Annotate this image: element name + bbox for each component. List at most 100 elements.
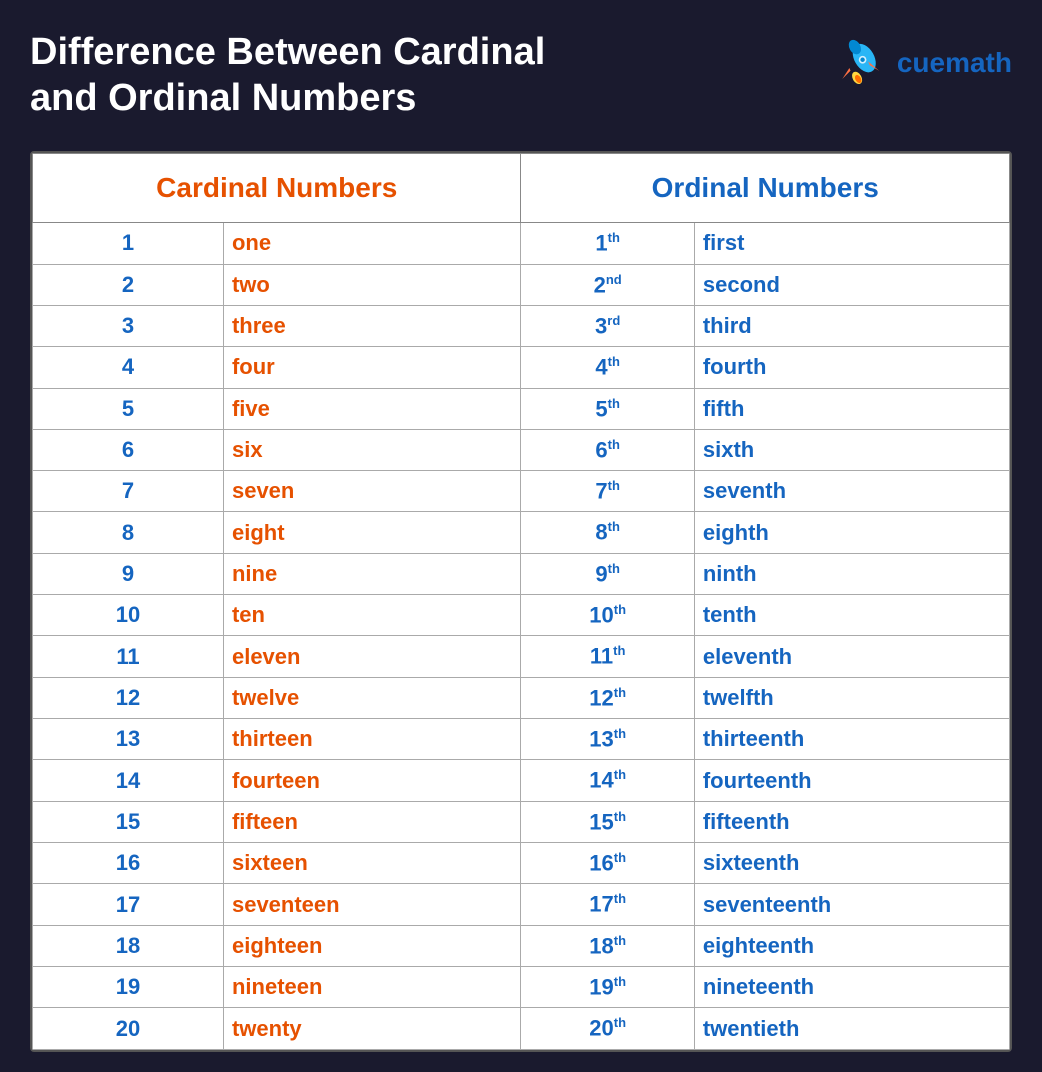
cardinal-word: nine bbox=[223, 553, 521, 594]
table-row: 16 sixteen 16th sixteenth bbox=[33, 843, 1010, 884]
page-title: Difference Between Cardinal and Ordinal … bbox=[30, 30, 545, 121]
ordinal-number: 4th bbox=[521, 347, 694, 388]
comparison-table-wrapper: Cardinal Numbers Ordinal Numbers 1 one 1… bbox=[30, 151, 1012, 1052]
ordinal-word: first bbox=[694, 223, 1009, 264]
cardinal-word: nineteen bbox=[223, 967, 521, 1008]
cardinal-number: 14 bbox=[33, 760, 224, 801]
ordinal-word: ninth bbox=[694, 553, 1009, 594]
table-row: 13 thirteen 13th thirteenth bbox=[33, 719, 1010, 760]
cardinal-word: ten bbox=[223, 595, 521, 636]
ordinal-number: 12th bbox=[521, 677, 694, 718]
ordinal-number: 2nd bbox=[521, 264, 694, 305]
cardinal-word: eighteen bbox=[223, 925, 521, 966]
ordinal-number: 18th bbox=[521, 925, 694, 966]
cardinal-word: five bbox=[223, 388, 521, 429]
cardinal-number: 5 bbox=[33, 388, 224, 429]
cardinal-word: eight bbox=[223, 512, 521, 553]
table-row: 9 nine 9th ninth bbox=[33, 553, 1010, 594]
ordinal-word: tenth bbox=[694, 595, 1009, 636]
ordinal-number: 8th bbox=[521, 512, 694, 553]
table-row: 10 ten 10th tenth bbox=[33, 595, 1010, 636]
ordinal-number: 16th bbox=[521, 843, 694, 884]
cardinal-number: 9 bbox=[33, 553, 224, 594]
cardinal-number: 16 bbox=[33, 843, 224, 884]
ordinal-word: thirteenth bbox=[694, 719, 1009, 760]
cardinal-word: eleven bbox=[223, 636, 521, 677]
ordinal-number: 9th bbox=[521, 553, 694, 594]
table-row: 6 six 6th sixth bbox=[33, 429, 1010, 470]
cardinal-number: 1 bbox=[33, 223, 224, 264]
ordinal-number: 13th bbox=[521, 719, 694, 760]
ordinal-number: 10th bbox=[521, 595, 694, 636]
ordinal-number: 14th bbox=[521, 760, 694, 801]
cardinal-number: 3 bbox=[33, 305, 224, 346]
ordinal-word: fifteenth bbox=[694, 801, 1009, 842]
ordinal-number: 3rd bbox=[521, 305, 694, 346]
ordinal-header: Ordinal Numbers bbox=[521, 154, 1010, 223]
cardinal-word: twenty bbox=[223, 1008, 521, 1049]
ordinal-word: fifth bbox=[694, 388, 1009, 429]
ordinal-word: nineteenth bbox=[694, 967, 1009, 1008]
cardinal-word: three bbox=[223, 305, 521, 346]
table-row: 19 nineteen 19th nineteenth bbox=[33, 967, 1010, 1008]
ordinal-word: eighth bbox=[694, 512, 1009, 553]
ordinal-word: eighteenth bbox=[694, 925, 1009, 966]
cardinal-word: four bbox=[223, 347, 521, 388]
logo-text: cuemath bbox=[897, 47, 1012, 79]
table-row: 18 eighteen 18th eighteenth bbox=[33, 925, 1010, 966]
ordinal-number: 11th bbox=[521, 636, 694, 677]
ordinal-word: twentieth bbox=[694, 1008, 1009, 1049]
ordinal-word: seventh bbox=[694, 471, 1009, 512]
cardinal-number: 19 bbox=[33, 967, 224, 1008]
cardinal-number: 11 bbox=[33, 636, 224, 677]
ordinal-word: third bbox=[694, 305, 1009, 346]
rocket-icon bbox=[834, 35, 889, 90]
ordinal-word: fourteenth bbox=[694, 760, 1009, 801]
cardinal-word: six bbox=[223, 429, 521, 470]
ordinal-word: eleventh bbox=[694, 636, 1009, 677]
ordinal-number: 15th bbox=[521, 801, 694, 842]
table-row: 7 seven 7th seventh bbox=[33, 471, 1010, 512]
cardinal-word: two bbox=[223, 264, 521, 305]
cardinal-number: 20 bbox=[33, 1008, 224, 1049]
table-row: 17 seventeen 17th seventeenth bbox=[33, 884, 1010, 925]
comparison-table: Cardinal Numbers Ordinal Numbers 1 one 1… bbox=[32, 153, 1010, 1050]
ordinal-word: twelfth bbox=[694, 677, 1009, 718]
cardinal-number: 13 bbox=[33, 719, 224, 760]
ordinal-word: sixteenth bbox=[694, 843, 1009, 884]
cardinal-number: 4 bbox=[33, 347, 224, 388]
ordinal-number: 19th bbox=[521, 967, 694, 1008]
page-header: Difference Between Cardinal and Ordinal … bbox=[20, 20, 1022, 121]
cardinal-word: seven bbox=[223, 471, 521, 512]
cardinal-word: fourteen bbox=[223, 760, 521, 801]
table-header-row: Cardinal Numbers Ordinal Numbers bbox=[33, 154, 1010, 223]
table-body: 1 one 1th first 2 two 2nd second 3 three… bbox=[33, 223, 1010, 1050]
cardinal-word: twelve bbox=[223, 677, 521, 718]
table-row: 4 four 4th fourth bbox=[33, 347, 1010, 388]
table-row: 2 two 2nd second bbox=[33, 264, 1010, 305]
cardinal-number: 12 bbox=[33, 677, 224, 718]
ordinal-word: fourth bbox=[694, 347, 1009, 388]
ordinal-word: sixth bbox=[694, 429, 1009, 470]
ordinal-number: 1th bbox=[521, 223, 694, 264]
cardinal-word: fifteen bbox=[223, 801, 521, 842]
table-row: 12 twelve 12th twelfth bbox=[33, 677, 1010, 718]
cardinal-number: 8 bbox=[33, 512, 224, 553]
ordinal-number: 5th bbox=[521, 388, 694, 429]
ordinal-number: 20th bbox=[521, 1008, 694, 1049]
cardinal-number: 2 bbox=[33, 264, 224, 305]
cardinal-number: 17 bbox=[33, 884, 224, 925]
table-row: 15 fifteen 15th fifteenth bbox=[33, 801, 1010, 842]
cardinal-number: 18 bbox=[33, 925, 224, 966]
cardinal-word: one bbox=[223, 223, 521, 264]
table-row: 5 five 5th fifth bbox=[33, 388, 1010, 429]
cardinal-number: 15 bbox=[33, 801, 224, 842]
cardinal-number: 7 bbox=[33, 471, 224, 512]
table-row: 1 one 1th first bbox=[33, 223, 1010, 264]
logo-container: cuemath bbox=[834, 35, 1012, 90]
ordinal-word: seventeenth bbox=[694, 884, 1009, 925]
cardinal-header: Cardinal Numbers bbox=[33, 154, 521, 223]
cardinal-word: sixteen bbox=[223, 843, 521, 884]
ordinal-number: 6th bbox=[521, 429, 694, 470]
table-row: 14 fourteen 14th fourteenth bbox=[33, 760, 1010, 801]
